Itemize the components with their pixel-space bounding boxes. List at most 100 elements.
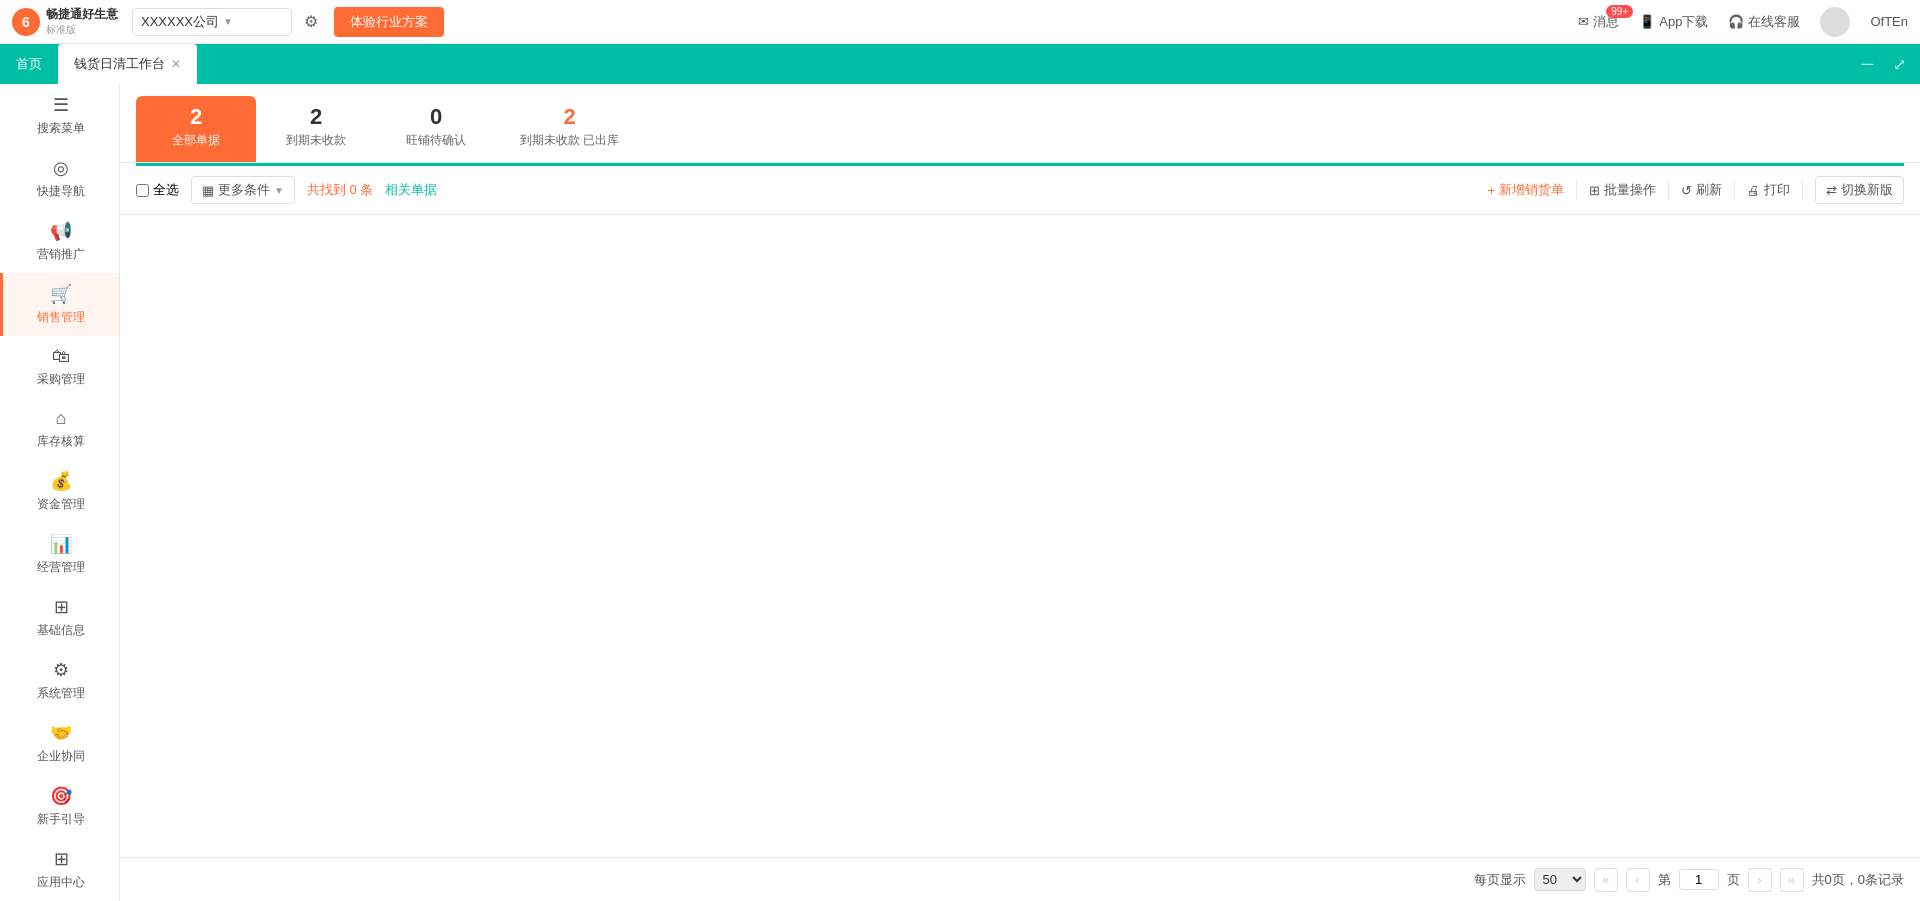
stat-tab-overdue[interactable]: 2 到期未收款: [256, 96, 376, 162]
select-all-checkbox[interactable]: 全选: [136, 181, 179, 199]
purchase-icon: 🛍: [52, 346, 70, 367]
stat-overdue-label: 到期未收款: [286, 132, 346, 149]
username-label: OfTEn: [1870, 14, 1908, 29]
switch-label: 切换新版: [1841, 181, 1893, 199]
app-download-label: App下载: [1659, 13, 1708, 31]
stat-overdue-shipped-number: 2: [564, 104, 576, 130]
sidebar-item-finance[interactable]: 💰 资金管理: [0, 460, 119, 523]
sidebar-system-label: 系统管理: [37, 685, 85, 702]
stat-tab-all[interactable]: 2 全部单据: [136, 96, 256, 162]
last-page-button[interactable]: »: [1780, 868, 1804, 892]
sidebar-item-search[interactable]: ☰ 搜索菜单: [0, 84, 119, 147]
app-download-button[interactable]: 📱 App下载: [1639, 13, 1708, 31]
sidebar-item-cooperation[interactable]: 🤝 企业协同: [0, 712, 119, 775]
print-icon: 🖨: [1747, 183, 1760, 198]
stat-wangpu-label: 旺铺待确认: [406, 132, 466, 149]
refresh-label: 刷新: [1696, 181, 1722, 199]
last-page-icon: »: [1788, 872, 1795, 887]
first-page-button[interactable]: «: [1594, 868, 1618, 892]
online-service-button[interactable]: 🎧 在线客服: [1728, 13, 1800, 31]
toolbar-divider-3: [1734, 180, 1735, 200]
settings-icon[interactable]: ⚙: [300, 8, 322, 35]
avatar[interactable]: [1820, 7, 1850, 37]
sidebar-cooperation-label: 企业协同: [37, 748, 85, 765]
refresh-icon: ↺: [1681, 183, 1692, 198]
sidebar: ☰ 搜索菜单 ◎ 快捷导航 📢 营销推广 🛒 销售管理 🛍 采购管理 ⌂ 库存核…: [0, 84, 120, 901]
next-page-icon: ›: [1757, 872, 1761, 887]
found-number: 0: [350, 182, 357, 197]
nav-maximize-icon[interactable]: ⤢: [1887, 53, 1912, 76]
sidebar-item-guide[interactable]: 🎯 新手引导: [0, 775, 119, 838]
sidebar-item-inventory[interactable]: ⌂ 库存核算: [0, 398, 119, 460]
stat-overdue-shipped-label: 到期未收款 已出库: [520, 132, 619, 149]
tab-home[interactable]: 首页: [0, 44, 58, 84]
select-all-input[interactable]: [136, 184, 149, 197]
sidebar-search-label: 搜索菜单: [37, 120, 85, 137]
company-dropdown-arrow: ▼: [223, 16, 233, 27]
toolbar-divider-1: [1576, 180, 1577, 200]
tab-workbench-label: 钱货日清工作台: [74, 55, 165, 73]
filter-button[interactable]: ▦ 更多条件 ▼: [191, 176, 295, 204]
logo-sub-text: 标准版: [46, 23, 118, 37]
app-center-icon: ⊞: [54, 848, 69, 870]
stat-all-label: 全部单据: [172, 132, 220, 149]
table-area: [120, 215, 1920, 857]
logo-icon: 6: [12, 8, 40, 36]
batch-label: 批量操作: [1604, 181, 1656, 199]
related-link[interactable]: 相关单据: [385, 181, 437, 199]
nav-minimize-icon[interactable]: ─: [1856, 53, 1879, 76]
next-page-button[interactable]: ›: [1748, 868, 1772, 892]
sidebar-finance-label: 资金管理: [37, 496, 85, 513]
found-prefix: 共找到: [307, 182, 346, 197]
toolbar-divider-4: [1802, 180, 1803, 200]
sidebar-item-business[interactable]: 📊 经营管理: [0, 523, 119, 586]
inventory-icon: ⌂: [56, 408, 67, 429]
page-label: 第: [1658, 871, 1671, 889]
tab-workbench[interactable]: 钱货日清工作台 ✕: [58, 44, 197, 84]
sidebar-item-app-center[interactable]: ⊞ 应用中心: [0, 838, 119, 901]
page-size-select[interactable]: 50 10 20 100: [1534, 868, 1586, 891]
tab-home-label: 首页: [16, 55, 42, 73]
print-button[interactable]: 🖨 打印: [1747, 181, 1790, 199]
add-label: 新增销货单: [1499, 181, 1564, 199]
filter-label: 更多条件: [218, 181, 270, 199]
sidebar-item-purchase[interactable]: 🛍 采购管理: [0, 336, 119, 398]
batch-operation-button[interactable]: ⊞ 批量操作: [1589, 181, 1656, 199]
logo-main-text: 畅捷通好生意: [46, 6, 118, 23]
stat-tab-overdue-shipped[interactable]: 2 到期未收款 已出库: [496, 96, 643, 162]
compass-icon: ◎: [53, 157, 69, 179]
sidebar-item-quick-nav[interactable]: ◎ 快捷导航: [0, 147, 119, 210]
sidebar-basic-info-label: 基础信息: [37, 622, 85, 639]
first-page-icon: «: [1602, 872, 1609, 887]
switch-version-button[interactable]: ⇄ 切换新版: [1815, 176, 1904, 204]
filter-icon: ▦: [202, 183, 214, 198]
stat-tab-wangpu[interactable]: 0 旺铺待确认: [376, 96, 496, 162]
sidebar-item-marketing[interactable]: 📢 营销推广: [0, 210, 119, 273]
filter-dropdown-icon: ▼: [274, 185, 284, 196]
current-page-input[interactable]: [1679, 869, 1719, 890]
business-icon: 📊: [50, 533, 72, 555]
toolbar-divider-2: [1668, 180, 1669, 200]
sidebar-sales-label: 销售管理: [37, 309, 85, 326]
service-icon: 🎧: [1728, 14, 1744, 29]
nav-tabs: 首页 钱货日清工作台 ✕ ─ ⤢: [0, 44, 1920, 84]
header-right: ✉ 消息 99+ 📱 App下载 🎧 在线客服 OfTEn: [1578, 7, 1908, 37]
company-selector[interactable]: XXXXXX公司 ▼: [132, 8, 292, 36]
trial-button[interactable]: 体验行业方案: [334, 7, 444, 37]
add-order-button[interactable]: + 新增销货单: [1487, 181, 1564, 199]
message-button[interactable]: ✉ 消息 99+: [1578, 13, 1619, 31]
main-layout: ☰ 搜索菜单 ◎ 快捷导航 📢 营销推广 🛒 销售管理 🛍 采购管理 ⌂ 库存核…: [0, 84, 1920, 901]
tab-close-icon[interactable]: ✕: [171, 57, 181, 71]
page-unit: 页: [1727, 871, 1740, 889]
sidebar-quick-nav-label: 快捷导航: [37, 183, 85, 200]
sidebar-item-system[interactable]: ⚙ 系统管理: [0, 649, 119, 712]
logo-area: 6 畅捷通好生意 标准版: [12, 6, 132, 37]
company-name: XXXXXX公司: [141, 13, 219, 31]
prev-page-icon: ‹: [1635, 872, 1639, 887]
refresh-button[interactable]: ↺ 刷新: [1681, 181, 1722, 199]
cooperation-icon: 🤝: [50, 722, 72, 744]
sidebar-item-sales[interactable]: 🛒 销售管理: [0, 273, 119, 336]
sidebar-item-basic-info[interactable]: ⊞ 基础信息: [0, 586, 119, 649]
nav-right-controls: ─ ⤢: [1856, 53, 1920, 76]
prev-page-button[interactable]: ‹: [1626, 868, 1650, 892]
